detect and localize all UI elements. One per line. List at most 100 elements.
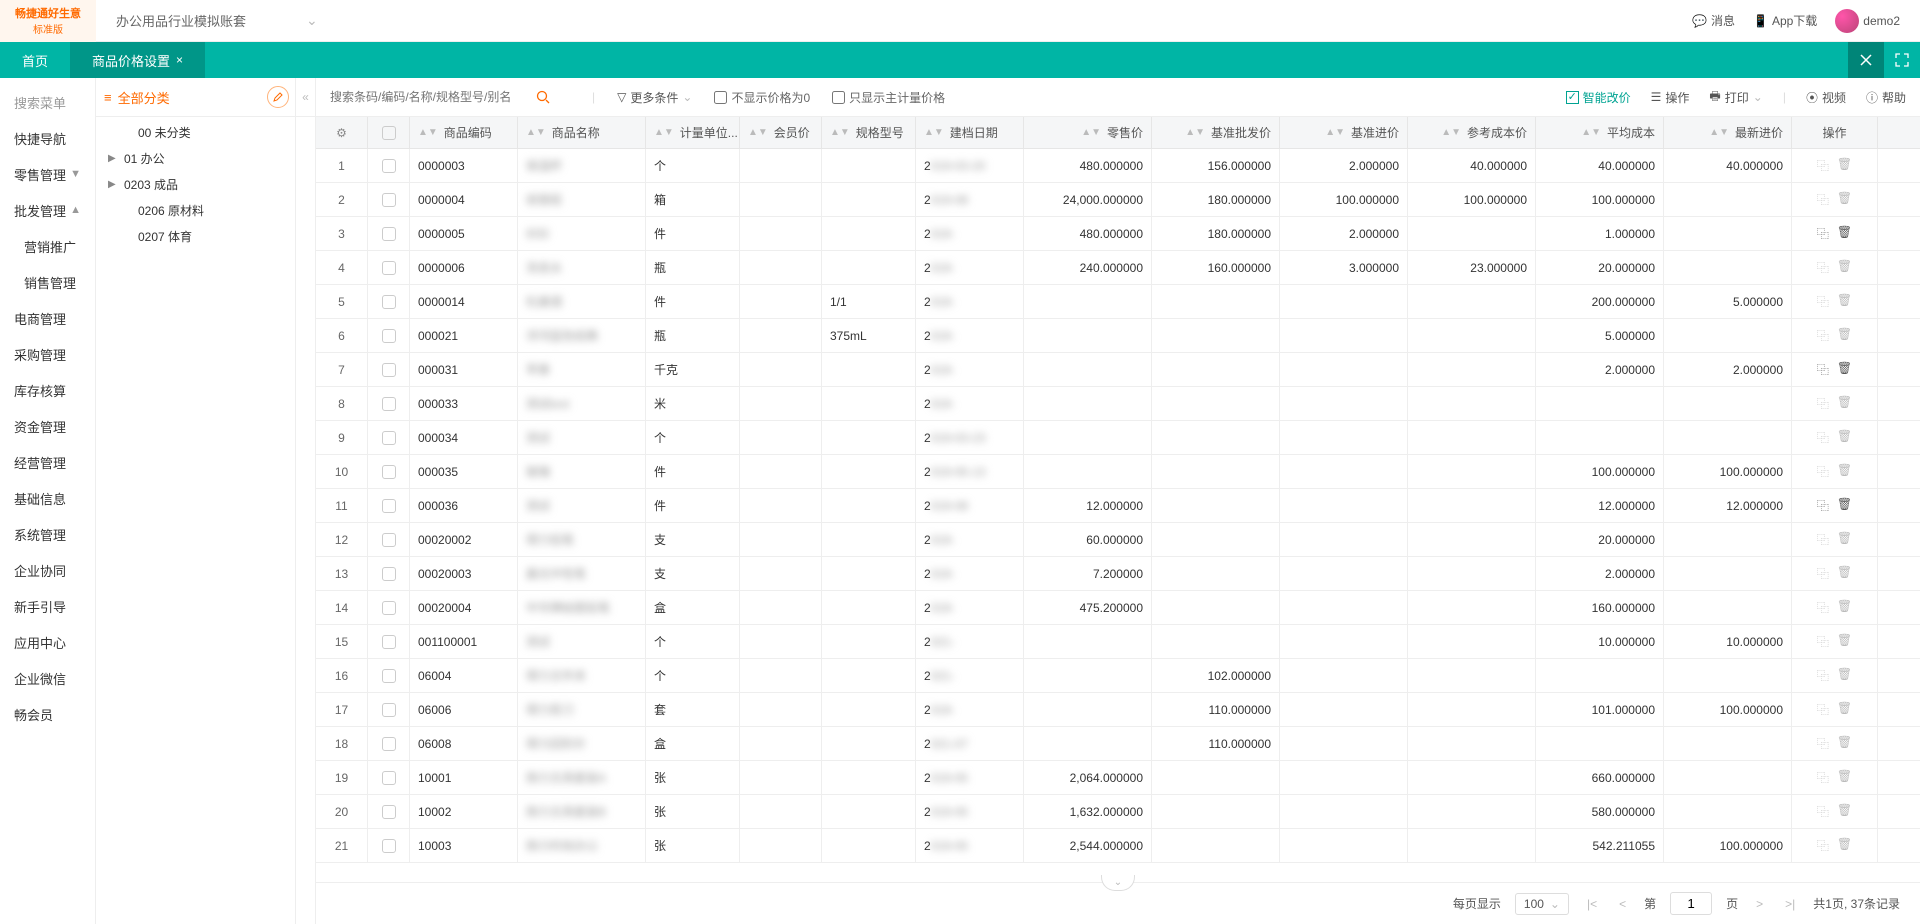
sidebar-item[interactable]: 基础信息: [0, 480, 95, 516]
expand-handle[interactable]: ⌄: [1101, 875, 1135, 891]
copy-icon[interactable]: ⿻: [1817, 293, 1829, 310]
delete-icon[interactable]: 🗑: [1837, 735, 1852, 752]
column-header[interactable]: ▲▼规格型号: [822, 117, 916, 148]
per-page-select[interactable]: 100 ⌄: [1515, 893, 1569, 915]
sort-icon[interactable]: ▲▼: [1441, 130, 1461, 136]
category-node[interactable]: 0206 原材料: [108, 197, 287, 223]
copy-icon[interactable]: ⿻: [1817, 429, 1829, 446]
table-row[interactable]: 40000006洗发水瓶2019-240.000000160.0000003.0…: [316, 251, 1920, 285]
copy-icon[interactable]: ⿻: [1817, 735, 1829, 752]
sort-icon[interactable]: ▲▼: [748, 130, 768, 136]
sidebar-item[interactable]: 企业协同: [0, 552, 95, 588]
tabs-close-all-button[interactable]: [1848, 42, 1884, 78]
checkbox[interactable]: [382, 839, 396, 853]
column-header[interactable]: ⚙: [316, 117, 368, 148]
sidebar-item[interactable]: 新手引导: [0, 588, 95, 624]
table-row[interactable]: 11000036测试件2019-0812.00000012.00000012.0…: [316, 489, 1920, 523]
checkbox[interactable]: [382, 601, 396, 615]
row-select[interactable]: [368, 319, 410, 352]
copy-icon[interactable]: ⿻: [1817, 531, 1829, 548]
copy-icon[interactable]: ⿻: [1817, 803, 1829, 820]
column-header[interactable]: ▲▼参考成本价: [1408, 117, 1536, 148]
sidebar-item[interactable]: 销售管理: [0, 264, 95, 300]
video-button[interactable]: ⦿ 视频: [1806, 89, 1846, 106]
sidebar-item[interactable]: 库存核算: [0, 372, 95, 408]
column-header[interactable]: ▲▼基准进价: [1280, 117, 1408, 148]
table-row[interactable]: 30000005衬衫件2019-480.000000180.0000002.00…: [316, 217, 1920, 251]
workspace-selector[interactable]: 办公用品行业模拟账套 ⌄: [116, 11, 318, 30]
row-select[interactable]: [368, 489, 410, 522]
row-select[interactable]: [368, 625, 410, 658]
tab-home[interactable]: 首页: [0, 42, 70, 78]
delete-icon[interactable]: 🗑: [1837, 837, 1852, 854]
column-header[interactable]: ▲▼计量单位...: [646, 117, 740, 148]
select-all-checkbox[interactable]: [382, 126, 396, 140]
sidebar-item[interactable]: 企业微信: [0, 660, 95, 696]
checkbox[interactable]: [382, 499, 396, 513]
copy-icon[interactable]: ⿻: [1817, 667, 1829, 684]
delete-icon[interactable]: 🗑: [1837, 565, 1852, 582]
table-row[interactable]: 9000034测试个2019-03-23⿻🗑: [316, 421, 1920, 455]
copy-icon[interactable]: ⿻: [1817, 327, 1829, 344]
messages-button[interactable]: 💬 消息: [1692, 12, 1735, 29]
sidebar-item[interactable]: 零售管理▼: [0, 156, 95, 192]
checkbox[interactable]: [382, 227, 396, 241]
category-node[interactable]: 00 未分类: [108, 119, 287, 145]
next-page-button[interactable]: >: [1752, 897, 1767, 911]
row-select[interactable]: [368, 761, 410, 794]
column-header[interactable]: 操作: [1792, 117, 1878, 148]
page-input[interactable]: [1670, 892, 1712, 915]
search-input[interactable]: [330, 90, 530, 104]
table-row[interactable]: 8000033测试test米2019-⿻🗑: [316, 387, 1920, 421]
category-collapse-button[interactable]: «: [296, 78, 316, 116]
sidebar-item[interactable]: 批发管理▲: [0, 192, 95, 228]
sidebar-item[interactable]: 快捷导航: [0, 120, 95, 156]
first-page-button[interactable]: |<: [1583, 897, 1601, 911]
delete-icon[interactable]: 🗑: [1837, 769, 1852, 786]
copy-icon[interactable]: ⿻: [1817, 157, 1829, 174]
copy-icon[interactable]: ⿻: [1817, 599, 1829, 616]
sort-icon[interactable]: ▲▼: [1185, 130, 1205, 136]
column-header[interactable]: ▲▼最新进价: [1664, 117, 1792, 148]
table-row[interactable]: 1806008得力回形针盒2021-07110.000000⿻🗑: [316, 727, 1920, 761]
category-node[interactable]: ▶01 办公: [108, 145, 287, 171]
sidebar-item[interactable]: 采购管理: [0, 336, 95, 372]
row-select[interactable]: [368, 727, 410, 760]
column-header[interactable]: [368, 117, 410, 148]
main-unit-only-checkbox[interactable]: 只显示主计量价格: [832, 89, 945, 106]
sidebar-item[interactable]: 资金管理: [0, 408, 95, 444]
copy-icon[interactable]: ⿻: [1817, 497, 1829, 514]
row-select[interactable]: [368, 353, 410, 386]
table-row[interactable]: 20000004收银纸箱2019-0824,000.000000180.0000…: [316, 183, 1920, 217]
row-select[interactable]: [368, 523, 410, 556]
checkbox[interactable]: [382, 805, 396, 819]
row-select[interactable]: [368, 387, 410, 420]
copy-icon[interactable]: ⿻: [1817, 361, 1829, 378]
delete-icon[interactable]: 🗑: [1837, 701, 1852, 718]
copy-icon[interactable]: ⿻: [1817, 395, 1829, 412]
row-select[interactable]: [368, 285, 410, 318]
delete-icon[interactable]: 🗑: [1837, 429, 1852, 446]
sort-icon[interactable]: ▲▼: [418, 130, 438, 136]
row-select[interactable]: [368, 455, 410, 488]
more-filters-button[interactable]: ▽ 更多条件 ⌄: [617, 89, 692, 106]
copy-icon[interactable]: ⿻: [1817, 633, 1829, 650]
column-header[interactable]: ▲▼零售价: [1024, 117, 1152, 148]
delete-icon[interactable]: 🗑: [1837, 361, 1852, 378]
smart-price-button[interactable]: 智能改价: [1566, 89, 1631, 106]
delete-icon[interactable]: 🗑: [1837, 667, 1852, 684]
delete-icon[interactable]: 🗑: [1837, 225, 1852, 242]
sidebar-item[interactable]: 系统管理: [0, 516, 95, 552]
fullscreen-button[interactable]: [1884, 42, 1920, 78]
checkbox[interactable]: [382, 737, 396, 751]
column-header[interactable]: ▲▼商品编码: [410, 117, 518, 148]
checkbox[interactable]: [382, 669, 396, 683]
row-select[interactable]: [368, 217, 410, 250]
checkbox[interactable]: [382, 329, 396, 343]
print-button[interactable]: 🖶 打印 ⌄: [1709, 87, 1762, 108]
sort-icon[interactable]: ▲▼: [526, 130, 546, 136]
column-header[interactable]: ▲▼会员价: [740, 117, 822, 148]
sort-icon[interactable]: ▲▼: [1581, 130, 1601, 136]
delete-icon[interactable]: 🗑: [1837, 395, 1852, 412]
sort-icon[interactable]: ▲▼: [1325, 130, 1345, 136]
